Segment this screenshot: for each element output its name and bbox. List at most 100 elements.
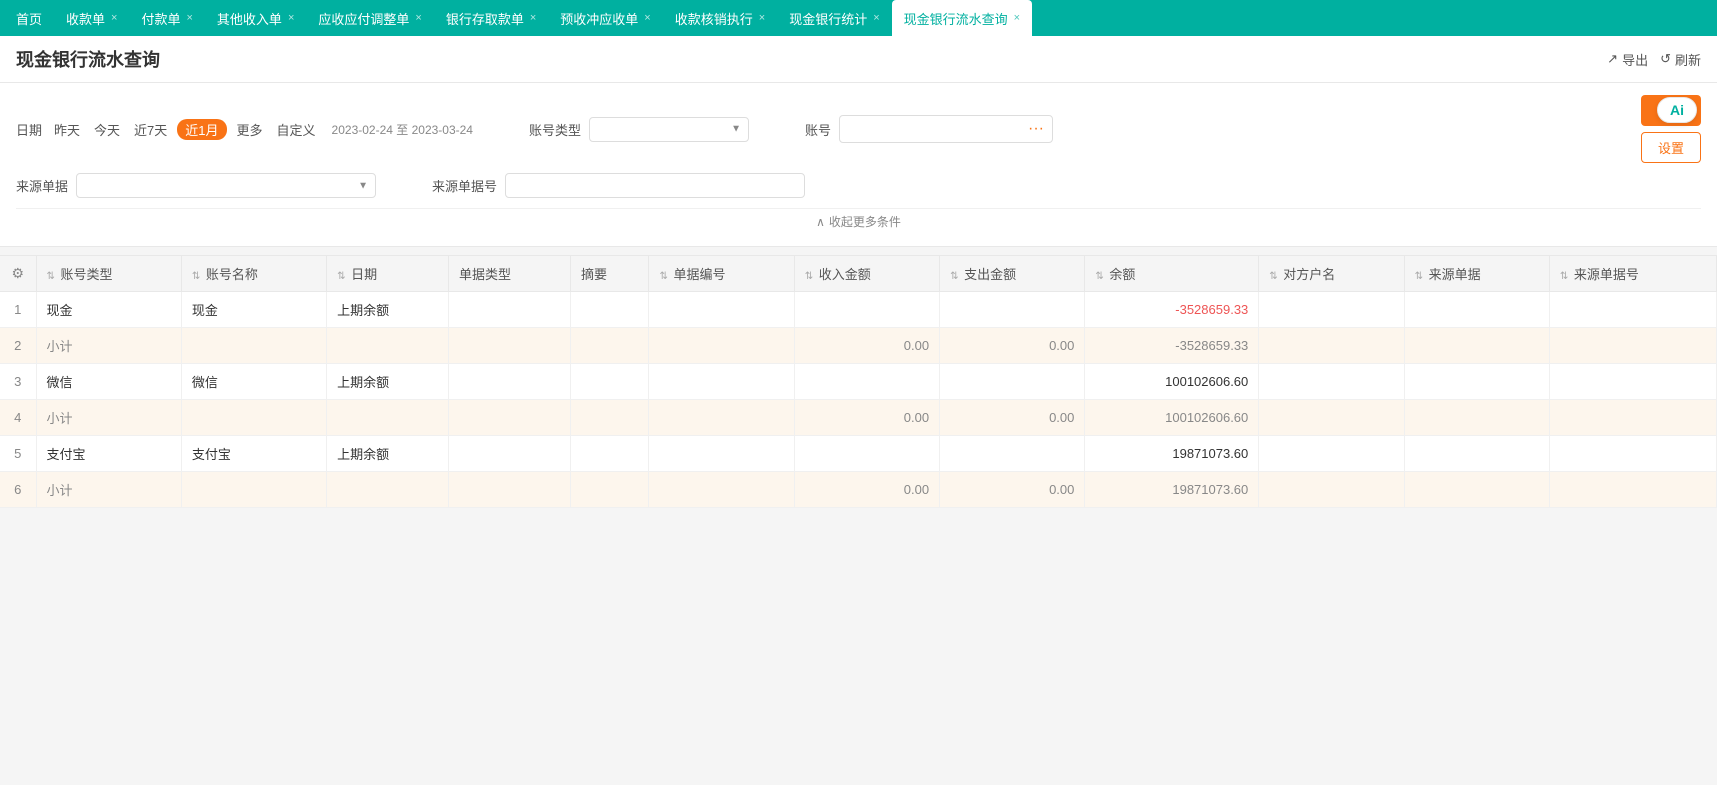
filter-row-2: 来源单据 来源单据号 xyxy=(16,173,1701,198)
th-summary[interactable]: 摘要 xyxy=(570,256,649,292)
th-counterparty[interactable]: ⇅ 对方户名 xyxy=(1259,256,1404,292)
nav-adjust-close[interactable]: × xyxy=(415,12,421,24)
cell-income: 0.00 xyxy=(794,328,939,364)
account-dots-button[interactable]: ··· xyxy=(1028,120,1044,138)
source-doc-filter-group: 来源单据 xyxy=(16,173,376,198)
th-income[interactable]: ⇅ 收入金额 xyxy=(794,256,939,292)
date-opt-custom[interactable]: 自定义 xyxy=(273,118,320,141)
th-doc-type[interactable]: 单据类型 xyxy=(449,256,571,292)
cell-account-type: 小计 xyxy=(36,472,181,508)
nav-home-label: 首页 xyxy=(16,9,42,28)
filter-area: 日期 昨天 今天 近7天 近1月 更多 自定义 2023-02-24 至 202… xyxy=(0,83,1717,247)
cell-doc-no xyxy=(649,364,794,400)
cell-index: 4 xyxy=(0,400,36,436)
cell-source-doc xyxy=(1404,400,1549,436)
cell-expense xyxy=(940,364,1085,400)
th-settings: ⚙ xyxy=(0,256,36,292)
nav-bank-withdraw-close[interactable]: × xyxy=(530,12,536,24)
nav-stats-close[interactable]: × xyxy=(873,12,879,24)
nav-advance-label: 预收冲应收单 xyxy=(560,9,638,28)
th-account-name[interactable]: ⇅ 账号名称 xyxy=(181,256,326,292)
cell-account-type: 支付宝 xyxy=(36,436,181,472)
nav-receipt-label: 收款单 xyxy=(66,9,105,28)
cell-balance: -3528659.33 xyxy=(1085,328,1259,364)
sort-icon-expense: ⇅ xyxy=(950,271,958,282)
sort-icon-source-doc-no: ⇅ xyxy=(1560,271,1568,282)
th-income-label: 收入金额 xyxy=(819,267,871,282)
cell-summary xyxy=(570,472,649,508)
cell-date: 上期余额 xyxy=(327,436,449,472)
cell-source-doc-no xyxy=(1549,400,1716,436)
date-opt-1month[interactable]: 近1月 xyxy=(177,119,226,140)
account-input[interactable] xyxy=(848,122,1024,137)
date-opt-more[interactable]: 更多 xyxy=(233,118,267,141)
nav-verify-close[interactable]: × xyxy=(759,12,765,24)
sort-icon-source-doc: ⇅ xyxy=(1415,271,1423,282)
nav-home[interactable]: 首页 xyxy=(4,0,54,36)
ai-badge[interactable]: Ai xyxy=(1657,97,1697,123)
table-row[interactable]: 2 小计 0.00 0.00 -3528659.33 xyxy=(0,328,1717,364)
settings-button[interactable]: 设置 xyxy=(1641,132,1701,163)
nav-advance[interactable]: 预收冲应收单 × xyxy=(548,0,662,36)
page-title: 现金银行流水查询 xyxy=(16,46,160,72)
nav-bank-withdraw[interactable]: 银行存取款单 × xyxy=(434,0,548,36)
source-doc-select[interactable] xyxy=(76,173,376,198)
cell-balance: -3528659.33 xyxy=(1085,292,1259,328)
nav-advance-close[interactable]: × xyxy=(644,12,650,24)
date-opt-today[interactable]: 今天 xyxy=(90,118,124,141)
cell-doc-no xyxy=(649,292,794,328)
cell-account-name xyxy=(181,328,326,364)
cell-counterparty xyxy=(1259,400,1404,436)
th-date-label: 日期 xyxy=(351,267,377,282)
refresh-button[interactable]: ↺ 刷新 xyxy=(1660,50,1701,69)
date-opt-yesterday[interactable]: 昨天 xyxy=(50,118,84,141)
nav-stats-label: 现金银行统计 xyxy=(789,9,867,28)
cell-summary xyxy=(570,292,649,328)
cell-source-doc-no xyxy=(1549,292,1716,328)
th-expense[interactable]: ⇅ 支出金额 xyxy=(940,256,1085,292)
cell-summary xyxy=(570,436,649,472)
table-row[interactable]: 3 微信 微信 上期余额 100102606.60 xyxy=(0,364,1717,400)
date-opt-7days[interactable]: 近7天 xyxy=(130,118,171,141)
nav-payment-close[interactable]: × xyxy=(186,12,192,24)
nav-receipt-close[interactable]: × xyxy=(111,12,117,24)
nav-adjust[interactable]: 应收应付调整单 × xyxy=(306,0,433,36)
cell-doc-type xyxy=(449,400,571,436)
column-settings-icon[interactable]: ⚙ xyxy=(11,265,24,281)
cell-source-doc xyxy=(1404,472,1549,508)
cell-index: 1 xyxy=(0,292,36,328)
table-row[interactable]: 1 现金 现金 上期余额 -3528659.33 xyxy=(0,292,1717,328)
table-row[interactable]: 6 小计 0.00 0.00 19871073.60 xyxy=(0,472,1717,508)
cell-expense: 0.00 xyxy=(940,472,1085,508)
collapse-bar[interactable]: ∧ 收起更多条件 xyxy=(16,208,1701,234)
table-container: ⚙ ⇅ 账号类型 ⇅ 账号名称 ⇅ 日期 单据类型 摘要 xyxy=(0,255,1717,508)
source-doc-select-wrapper xyxy=(76,173,376,198)
th-source-doc-no[interactable]: ⇅ 来源单据号 xyxy=(1549,256,1716,292)
source-doc-no-input[interactable] xyxy=(505,173,805,198)
nav-cash-flow-close[interactable]: × xyxy=(1014,12,1020,24)
nav-cash-flow[interactable]: 现金银行流水查询 × xyxy=(892,0,1032,36)
nav-receipt[interactable]: 收款单 × xyxy=(54,0,129,36)
th-account-type[interactable]: ⇅ 账号类型 xyxy=(36,256,181,292)
th-expense-label: 支出金额 xyxy=(964,267,1016,282)
cell-account-name xyxy=(181,472,326,508)
th-date[interactable]: ⇅ 日期 xyxy=(327,256,449,292)
export-button[interactable]: ↗ 导出 xyxy=(1607,50,1648,69)
nav-other-income[interactable]: 其他收入单 × xyxy=(205,0,306,36)
nav-verify[interactable]: 收款核销执行 × xyxy=(663,0,777,36)
th-source-doc[interactable]: ⇅ 来源单据 xyxy=(1404,256,1549,292)
nav-payment[interactable]: 付款单 × xyxy=(129,0,204,36)
account-type-select[interactable] xyxy=(589,117,749,142)
cell-account-name xyxy=(181,400,326,436)
cell-expense: 0.00 xyxy=(940,328,1085,364)
th-balance[interactable]: ⇅ 余额 xyxy=(1085,256,1259,292)
nav-stats[interactable]: 现金银行统计 × xyxy=(777,0,891,36)
table-row[interactable]: 4 小计 0.00 0.00 100102606.60 xyxy=(0,400,1717,436)
th-doc-no[interactable]: ⇅ 单据编号 xyxy=(649,256,794,292)
cell-source-doc-no xyxy=(1549,436,1716,472)
nav-other-income-close[interactable]: × xyxy=(288,12,294,24)
cell-income xyxy=(794,292,939,328)
cell-source-doc xyxy=(1404,292,1549,328)
table-row[interactable]: 5 支付宝 支付宝 上期余额 19871073.60 xyxy=(0,436,1717,472)
export-icon: ↗ xyxy=(1607,51,1618,67)
